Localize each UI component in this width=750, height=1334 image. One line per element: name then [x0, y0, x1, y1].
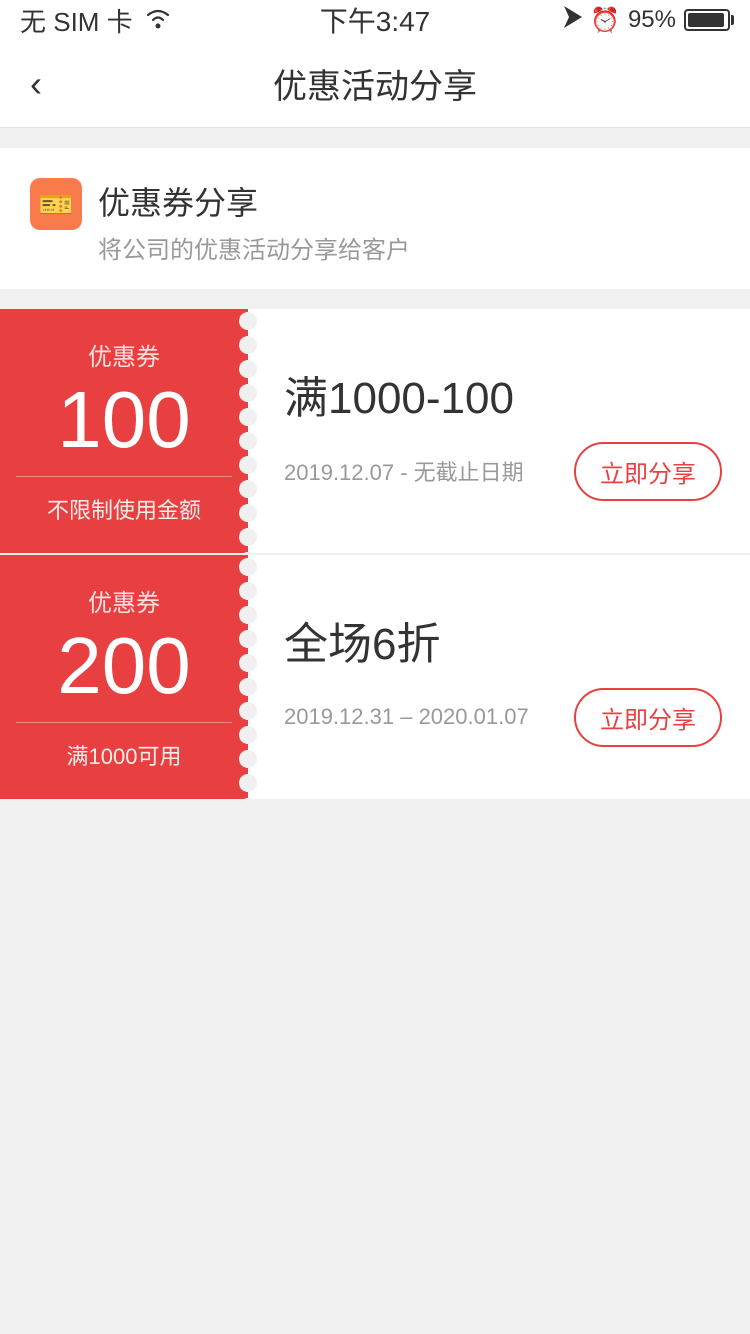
- coupon-divider-0: [16, 476, 232, 477]
- coupon-right-1: 全场6折 2019.12.31 – 2020.01.07 立即分享: [248, 555, 750, 799]
- coupon-label-1: 优惠券: [88, 583, 160, 618]
- coupon-date-0: 2019.12.07 - 无截止日期: [284, 455, 524, 487]
- coupon-label-0: 优惠券: [88, 337, 160, 372]
- coupon-left-1: 优惠券 200 满1000可用: [0, 555, 248, 799]
- coupon-condition-0: 不限制使用金额: [47, 493, 201, 525]
- coupon-amount-1: 200: [57, 626, 190, 706]
- wifi-icon: [143, 5, 173, 36]
- nav-bar: ‹ 优惠活动分享: [0, 40, 750, 128]
- section-text: 优惠券分享 将公司的优惠活动分享给客户: [98, 178, 410, 265]
- coupon-amount-0: 100: [57, 380, 190, 460]
- coupon-list: 优惠券 100 不限制使用金额 满1000-100 2019.12.07 - 无…: [0, 309, 750, 801]
- section-title: 优惠券分享: [98, 178, 410, 224]
- coupon-card: 优惠券 100 不限制使用金额 满1000-100 2019.12.07 - 无…: [0, 309, 750, 553]
- coupon-bottom-1: 2019.12.31 – 2020.01.07 立即分享: [284, 688, 722, 747]
- share-button-1[interactable]: 立即分享: [574, 688, 722, 747]
- section-subtitle: 将公司的优惠活动分享给客户: [98, 230, 410, 265]
- alarm-icon: ⏰: [590, 6, 620, 35]
- coupon-name-1: 全场6折: [284, 608, 722, 672]
- coupon-icon: 🎫: [39, 188, 74, 221]
- status-time: 下午3:47: [320, 0, 431, 40]
- battery-icon: [684, 9, 730, 31]
- coupon-date-1: 2019.12.31 – 2020.01.07: [284, 704, 529, 730]
- coupon-right-0: 满1000-100 2019.12.07 - 无截止日期 立即分享: [248, 309, 750, 553]
- section-header: 🎫 优惠券分享 将公司的优惠活动分享给客户: [0, 148, 750, 289]
- coupon-card: 优惠券 200 满1000可用 全场6折 2019.12.31 – 2020.0…: [0, 555, 750, 799]
- coupon-name-0: 满1000-100: [284, 362, 722, 426]
- coupon-left-0: 优惠券 100 不限制使用金额: [0, 309, 248, 553]
- status-right: ⏰ 95%: [564, 6, 730, 35]
- back-button[interactable]: ‹: [30, 63, 42, 105]
- carrier-text: 无 SIM 卡: [20, 2, 133, 39]
- coupon-divider-1: [16, 722, 232, 723]
- battery-percent: 95%: [628, 6, 676, 34]
- share-button-0[interactable]: 立即分享: [574, 442, 722, 501]
- status-bar: 无 SIM 卡 下午3:47 ⏰ 95%: [0, 0, 750, 40]
- section-icon: 🎫: [30, 178, 82, 230]
- empty-area: [0, 801, 750, 1301]
- status-left: 无 SIM 卡: [20, 2, 173, 39]
- coupon-condition-1: 满1000可用: [67, 739, 182, 771]
- location-icon: [564, 6, 582, 35]
- battery-fill: [688, 13, 724, 27]
- coupon-bottom-0: 2019.12.07 - 无截止日期 立即分享: [284, 442, 722, 501]
- page-title: 优惠活动分享: [273, 59, 477, 108]
